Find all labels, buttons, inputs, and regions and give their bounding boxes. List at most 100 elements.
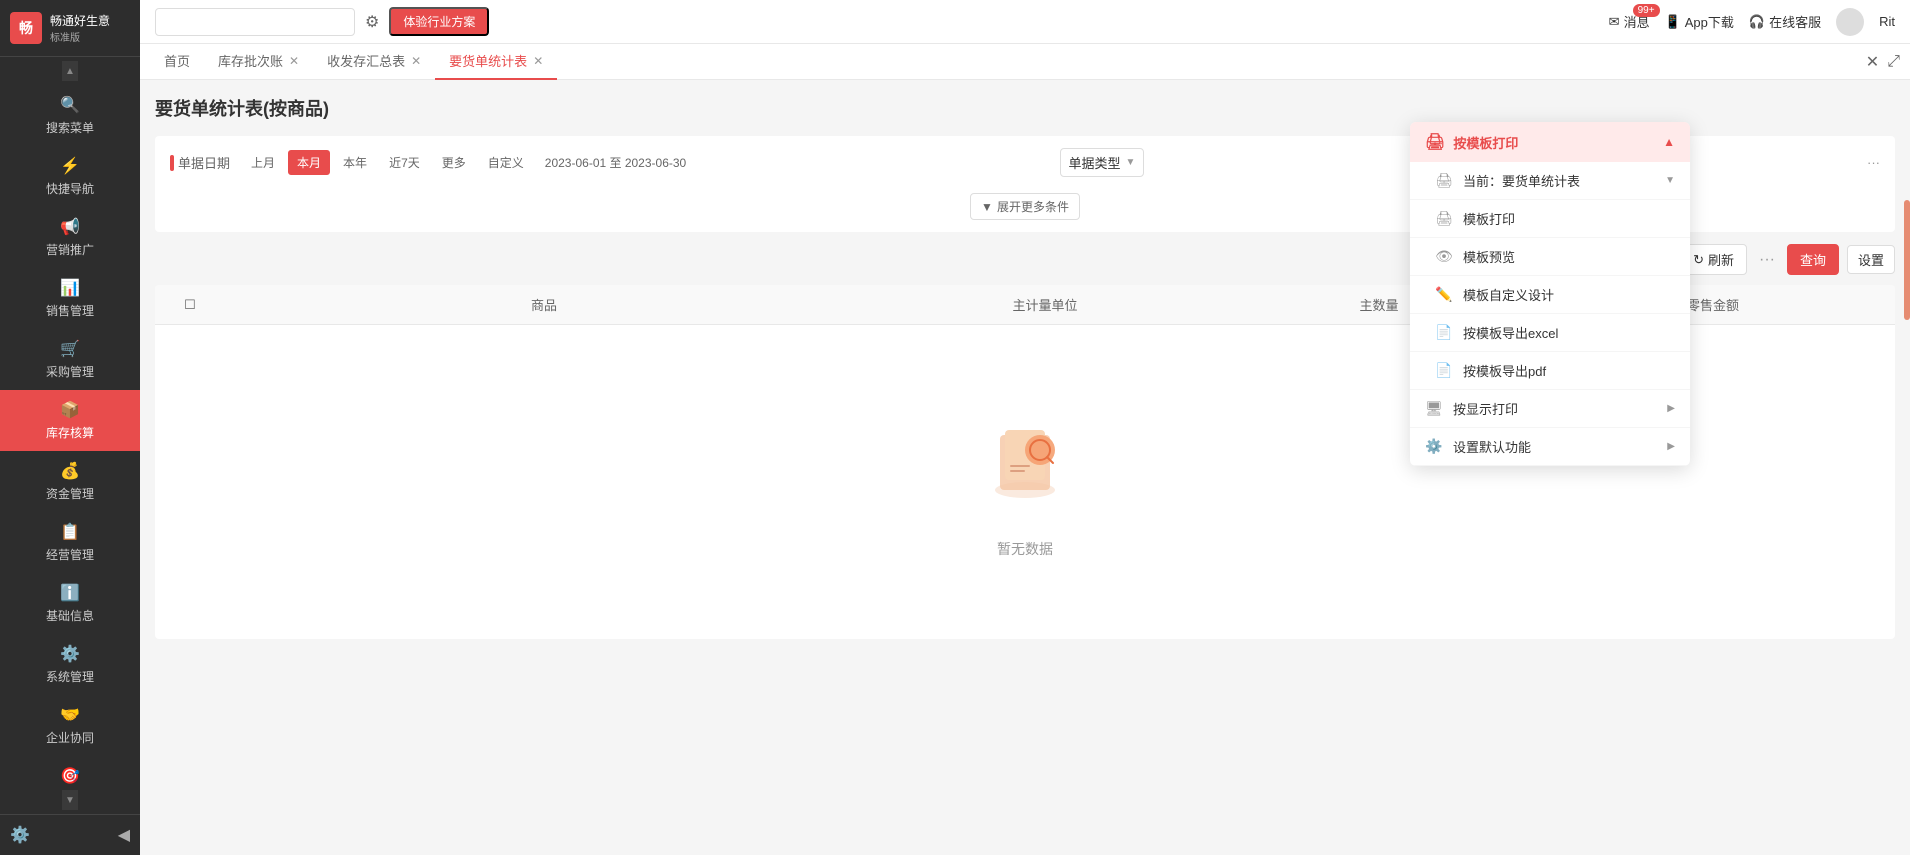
sidebar-item-sales[interactable]: 📊销售管理 <box>0 268 140 329</box>
empty-illustration <box>975 405 1075 524</box>
search-input[interactable] <box>155 8 355 36</box>
sidebar-label-sales: 销售管理 <box>46 302 94 319</box>
dropdown-title: 按模板打印 <box>1453 133 1518 152</box>
dropdown-current-item[interactable]: 🖨 当前：要货单统计表 ▼ <box>1410 162 1690 200</box>
avatar[interactable] <box>1836 8 1864 36</box>
dropdown-section-display-print[interactable]: 🖥 按显示打印 ▶ <box>1410 390 1690 428</box>
query-button[interactable]: 查询 <box>1787 244 1839 275</box>
date-btn-more[interactable]: 更多 <box>433 150 475 175</box>
quick-nav-icon: ⚡ <box>60 156 80 176</box>
refresh-button[interactable]: ↻ 刷新 <box>1680 244 1747 275</box>
tab-label-order-summary: 要货单统计表 <box>449 51 527 70</box>
sidebar-item-purchase[interactable]: 🛒采购管理 <box>0 329 140 390</box>
online-service-button[interactable]: 🎧 在线客服 <box>1749 12 1821 31</box>
template-print-icon: 🖨 <box>1435 210 1453 227</box>
tab-order-summary[interactable]: 要货单统计表 ✕ <box>435 43 557 80</box>
collapse-icon[interactable]: ◀ <box>118 825 130 845</box>
sidebar-footer: ⚙️ ◀ <box>0 814 140 855</box>
gear-icon[interactable]: ⚙ <box>365 12 379 32</box>
sidebar-label-operations: 经营管理 <box>46 546 94 563</box>
username[interactable]: Rit <box>1879 14 1895 29</box>
settings-icon[interactable]: ⚙️ <box>10 825 30 845</box>
dropdown-header[interactable]: 🖨 按模板打印 ▲ <box>1410 122 1690 162</box>
date-btn-custom[interactable]: 自定义 <box>479 150 533 175</box>
dropdown-item-label-export-pdf: 按模板导出pdf <box>1463 361 1546 380</box>
message-icon: ✉ <box>1609 14 1620 30</box>
settings-button[interactable]: 设置 <box>1847 245 1895 274</box>
tab-label-batch-account: 库存批次账 <box>218 51 283 70</box>
right-scrollbar[interactable] <box>1904 200 1910 320</box>
tabs-right: ✕ ⤢ <box>1866 52 1900 72</box>
tab-bar: 首页库存批次账✕收发存汇总表✕要货单统计表✕ ✕ ⤢ <box>140 44 1910 80</box>
default-func-arrow-icon: ▶ <box>1667 441 1675 452</box>
sidebar-item-newbie[interactable]: 🎯新手引导 <box>0 756 140 786</box>
dropdown-item-template-design[interactable]: ✏️模板自定义设计 <box>1410 276 1690 314</box>
date-btn-current-month[interactable]: 本月 <box>288 150 330 175</box>
message-button[interactable]: ✉ 消息 99+ <box>1609 12 1650 31</box>
dropdown-item-label-template-design: 模板自定义设计 <box>1463 285 1554 304</box>
collab-icon: 🤝 <box>60 705 80 725</box>
date-options: 上月本月本年近7天更多自定义 <box>242 150 533 175</box>
expand-button[interactable]: ▼ 展开更多条件 <box>970 193 1080 220</box>
trial-button[interactable]: 体验行业方案 <box>389 7 489 36</box>
tab-close-collection-summary[interactable]: ✕ <box>411 54 421 68</box>
th-product: 商品 <box>210 295 878 314</box>
th-unit: 主计量单位 <box>878 295 1212 314</box>
sidebar-item-basics[interactable]: ℹ️基础信息 <box>0 573 140 634</box>
more-actions-icon[interactable]: ··· <box>1755 251 1779 269</box>
sidebar-item-operations[interactable]: 📋经营管理 <box>0 512 140 573</box>
dropdown-item-template-preview[interactable]: 👁模板预览 <box>1410 238 1690 276</box>
sidebar-item-collab[interactable]: 🤝企业协同 <box>0 695 140 756</box>
dropdown-item-export-pdf[interactable]: 📄按模板导出pdf <box>1410 352 1690 390</box>
dropdown-current-label: 当前：要货单统计表 <box>1463 171 1580 190</box>
dropdown-item-template-print[interactable]: 🖨模板打印 <box>1410 200 1690 238</box>
tab-label-home: 首页 <box>164 51 190 70</box>
dropdown-item-label-export-excel: 按模板导出excel <box>1463 323 1558 342</box>
sidebar-item-inventory[interactable]: 📦库存核算 <box>0 390 140 451</box>
current-arrow-icon: ▼ <box>1665 175 1675 186</box>
tab-close-batch-account[interactable]: ✕ <box>289 54 299 68</box>
dropdown-items-list: 🖨模板打印👁模板预览✏️模板自定义设计📄按模板导出excel📄按模板导出pdf … <box>1410 200 1690 466</box>
dropdown-header-arrow-icon: ▲ <box>1663 135 1675 149</box>
system-icon: ⚙️ <box>60 644 80 664</box>
sidebar-item-finance[interactable]: 💰资金管理 <box>0 451 140 512</box>
date-btn-current-year[interactable]: 本年 <box>334 150 376 175</box>
search-icon: 🔍 <box>60 95 80 115</box>
sidebar-label-purchase: 采购管理 <box>46 363 94 380</box>
more-options-icon[interactable]: ··· <box>1867 155 1880 170</box>
app-download-button[interactable]: 📱 App下载 <box>1665 12 1734 31</box>
sidebar-item-marketing[interactable]: 📢 营销推广 <box>0 207 140 268</box>
refresh-icon: ↻ <box>1693 252 1704 268</box>
tab-batch-account[interactable]: 库存批次账 ✕ <box>204 43 313 80</box>
main-area: ⚙ 体验行业方案 ✉ 消息 99+ 📱 App下载 🎧 在线客服 Rit 首页库… <box>140 0 1910 855</box>
sidebar-scroll-up[interactable]: ▲ <box>62 61 78 81</box>
sidebar-label-search: 搜索菜单 <box>46 119 94 136</box>
dropdown-section-default-func[interactable]: ⚙️ 设置默认功能 ▶ <box>1410 428 1690 466</box>
sidebar-logo: 畅 畅通好生意 标准版 <box>0 0 140 57</box>
tab-home[interactable]: 首页 <box>150 43 204 80</box>
maximize-icon[interactable]: ⤢ <box>1887 53 1900 71</box>
date-btn-prev-month[interactable]: 上月 <box>242 150 284 175</box>
sidebar-scroll-down[interactable]: ▼ <box>62 790 78 810</box>
sidebar-label-marketing: 营销推广 <box>46 241 94 258</box>
tab-collection-summary[interactable]: 收发存汇总表✕ <box>313 43 435 80</box>
close-window-icon[interactable]: ✕ <box>1866 52 1879 72</box>
headset-icon: 🎧 <box>1749 14 1765 30</box>
sidebar-item-system[interactable]: ⚙️系统管理 <box>0 634 140 695</box>
expand-icon: ▼ <box>981 200 993 214</box>
sidebar-nav: 🔍 搜索菜单 ⚡ 快捷导航 📢 营销推广 📊销售管理🛒采购管理📦库存核算💰资金管理📋经营管理… <box>0 85 140 786</box>
date-btn-last-7-days[interactable]: 近7天 <box>380 150 429 175</box>
sidebar-item-search[interactable]: 🔍 搜索菜单 <box>0 85 140 146</box>
page-content: 要货单统计表(按商品) 单据日期 上月本月本年近7天更多自定义 2023-06-… <box>140 80 1910 855</box>
sidebar-label-quick-nav: 快捷导航 <box>46 180 94 197</box>
tab-close-order-summary[interactable]: ✕ <box>533 54 543 68</box>
dropdown-item-export-excel[interactable]: 📄按模板导出excel <box>1410 314 1690 352</box>
current-item-icon: 🖨 <box>1435 172 1453 189</box>
display-print-arrow-icon: ▶ <box>1667 403 1675 414</box>
print-dropdown-menu: 🖨 按模板打印 ▲ 🖨 当前：要货单统计表 ▼ 🖨模板打印👁模板预览✏️模板自定… <box>1410 122 1690 466</box>
marketing-icon: 📢 <box>60 217 80 237</box>
app-icon: 📱 <box>1665 14 1681 30</box>
select-all-checkbox[interactable]: ☐ <box>184 297 196 312</box>
sidebar-item-quick-nav[interactable]: ⚡ 快捷导航 <box>0 146 140 207</box>
type-filter[interactable]: 单据类型 ▼ <box>1060 148 1145 177</box>
